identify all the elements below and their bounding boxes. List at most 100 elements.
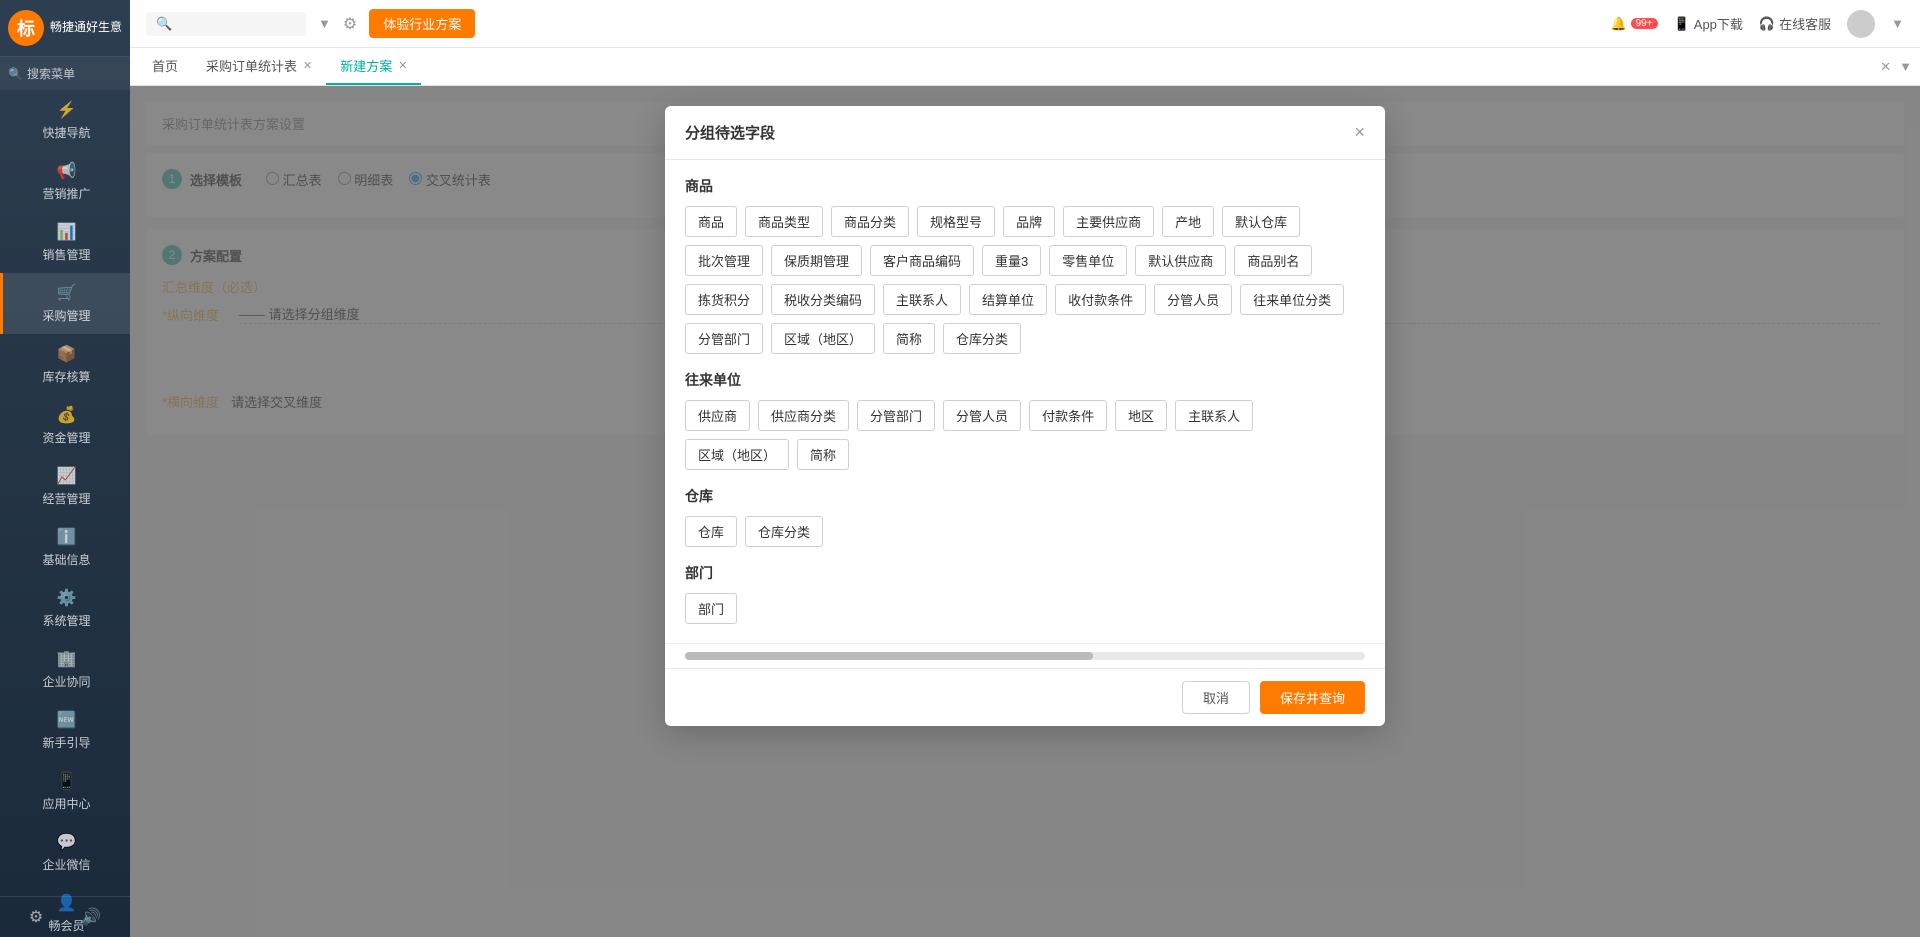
field-tag-goods-5[interactable]: 主要供应商: [1063, 206, 1154, 237]
field-tag-partner-5[interactable]: 地区: [1115, 400, 1167, 431]
audio-bottom-icon[interactable]: 🔊: [81, 907, 101, 927]
sales-icon: 📊: [57, 222, 77, 242]
guide-icon: 🆕: [57, 710, 77, 730]
field-tag-goods-14[interactable]: 商品别名: [1234, 245, 1312, 276]
tab-new-plan-close[interactable]: ✕: [398, 59, 407, 72]
sidebar-item-wechat[interactable]: 💬 企业微信: [0, 822, 130, 883]
header-search-input[interactable]: [178, 17, 278, 31]
field-tag-goods-17[interactable]: 主联系人: [883, 284, 961, 315]
dialog: 分组待选字段 × 商品商品商品类型商品分类规格型号品牌主要供应商产地默认仓库批次…: [665, 106, 1385, 726]
operations-icon: 📈: [57, 466, 77, 486]
field-tag-partner-4[interactable]: 付款条件: [1029, 400, 1107, 431]
field-tag-goods-21[interactable]: 往来单位分类: [1240, 284, 1344, 315]
field-tag-partner-0[interactable]: 供应商: [685, 400, 750, 431]
tab-more-icon[interactable]: ✕: [1880, 59, 1891, 75]
field-tag-department-0[interactable]: 部门: [685, 593, 737, 624]
field-tag-goods-0[interactable]: 商品: [685, 206, 737, 237]
dialog-close-button[interactable]: ×: [1354, 122, 1365, 143]
sidebar-item-quick-nav[interactable]: ⚡ 快捷导航: [0, 90, 130, 151]
field-tag-goods-22[interactable]: 分管部门: [685, 323, 763, 354]
field-tag-partner-3[interactable]: 分管人员: [943, 400, 1021, 431]
field-tag-goods-19[interactable]: 收付款条件: [1055, 284, 1146, 315]
field-tag-goods-8[interactable]: 批次管理: [685, 245, 763, 276]
tab-purchase-stats-close[interactable]: ✕: [303, 59, 312, 72]
online-support-item[interactable]: 🎧 在线客服: [1759, 14, 1831, 33]
field-grid-warehouse: 仓库仓库分类: [685, 516, 1365, 547]
field-tag-goods-3[interactable]: 规格型号: [917, 206, 995, 237]
sidebar-item-marketing[interactable]: 📢 营销推广: [0, 151, 130, 212]
field-tag-partner-1[interactable]: 供应商分类: [758, 400, 849, 431]
sidebar-item-inventory[interactable]: 📦 库存核算: [0, 334, 130, 395]
horizontal-scrollbar[interactable]: [685, 652, 1365, 660]
sidebar-item-operations[interactable]: 📈 经营管理: [0, 456, 130, 517]
sidebar-item-enterprise[interactable]: 🏢 企业协同: [0, 639, 130, 700]
logo-text: 畅捷通好生意: [50, 20, 122, 36]
experience-btn[interactable]: 体验行业方案: [369, 9, 475, 38]
field-tag-goods-25[interactable]: 仓库分类: [943, 323, 1021, 354]
field-tag-partner-8[interactable]: 简称: [797, 439, 849, 470]
save-query-button[interactable]: 保存并查询: [1260, 681, 1365, 714]
phone-icon: 📱: [1674, 16, 1690, 32]
cancel-button[interactable]: 取消: [1182, 681, 1250, 714]
field-tag-partner-6[interactable]: 主联系人: [1175, 400, 1253, 431]
field-tag-goods-18[interactable]: 结算单位: [969, 284, 1047, 315]
marketing-icon: 📢: [57, 161, 77, 181]
field-tag-goods-11[interactable]: 重量3: [982, 245, 1041, 276]
logo-icon: 标: [8, 10, 44, 46]
field-tag-goods-13[interactable]: 默认供应商: [1135, 245, 1226, 276]
field-tag-goods-7[interactable]: 默认仓库: [1222, 206, 1300, 237]
field-tag-goods-23[interactable]: 区域（地区）: [771, 323, 875, 354]
sidebar-item-guide[interactable]: 🆕 新手引导: [0, 700, 130, 761]
sidebar-logo: 标 畅捷通好生意: [0, 0, 130, 57]
dialog-body[interactable]: 商品商品商品类型商品分类规格型号品牌主要供应商产地默认仓库批次管理保质期管理客户…: [665, 160, 1385, 643]
header: 🔍 ▼ ⚙ 体验行业方案 🔔 99+ 📱 App下载 🎧 在线客服 ▼: [130, 0, 1920, 48]
field-grid-department: 部门: [685, 593, 1365, 624]
sidebar: 标 畅捷通好生意 🔍 搜索菜单 ⚡ 快捷导航 📢 营销推广 📊 销售管理 🛒 采…: [0, 0, 130, 937]
notifications-item[interactable]: 🔔 99+: [1610, 16, 1657, 32]
sidebar-item-finance[interactable]: 💰 资金管理: [0, 395, 130, 456]
field-tag-warehouse-0[interactable]: 仓库: [685, 516, 737, 547]
enterprise-icon: 🏢: [57, 649, 77, 669]
header-search-box[interactable]: 🔍: [146, 12, 306, 36]
user-arrow-icon[interactable]: ▼: [1891, 16, 1904, 31]
field-tag-goods-9[interactable]: 保质期管理: [771, 245, 862, 276]
search-icon: 🔍: [8, 67, 23, 81]
headset-icon: 🎧: [1759, 16, 1775, 32]
tab-purchase-stats[interactable]: 采购订单统计表 ✕: [192, 48, 326, 85]
notification-icon: 🔔: [1610, 16, 1626, 32]
header-dropdown-icon[interactable]: ▼: [318, 16, 331, 31]
field-tag-partner-7[interactable]: 区域（地区）: [685, 439, 789, 470]
sidebar-item-system[interactable]: ⚙️ 系统管理: [0, 578, 130, 639]
field-tag-goods-10[interactable]: 客户商品编码: [870, 245, 974, 276]
field-tag-goods-4[interactable]: 品牌: [1003, 206, 1055, 237]
field-tag-goods-20[interactable]: 分管人员: [1154, 284, 1232, 315]
tab-new-plan[interactable]: 新建方案 ✕: [326, 48, 421, 85]
settings-bottom-icon[interactable]: ⚙: [29, 907, 43, 927]
app-download-item[interactable]: 📱 App下载: [1674, 14, 1743, 33]
app-center-icon: 📱: [57, 771, 77, 791]
basic-info-icon: ℹ️: [57, 527, 77, 547]
sidebar-search[interactable]: 🔍 搜索菜单: [0, 57, 130, 90]
sidebar-item-sales[interactable]: 📊 销售管理: [0, 212, 130, 273]
field-tag-goods-12[interactable]: 零售单位: [1049, 245, 1127, 276]
section-title-department: 部门: [685, 563, 1365, 583]
field-tag-warehouse-1[interactable]: 仓库分类: [745, 516, 823, 547]
field-tag-goods-16[interactable]: 税收分类编码: [771, 284, 875, 315]
field-tag-goods-6[interactable]: 产地: [1162, 206, 1214, 237]
header-gear-icon[interactable]: ⚙: [343, 14, 357, 34]
avatar[interactable]: [1847, 10, 1875, 38]
tab-list-icon[interactable]: ▼: [1899, 59, 1912, 74]
finance-icon: 💰: [57, 405, 77, 425]
field-tag-goods-15[interactable]: 拣货积分: [685, 284, 763, 315]
field-tag-partner-2[interactable]: 分管部门: [857, 400, 935, 431]
field-tag-goods-2[interactable]: 商品分类: [831, 206, 909, 237]
tab-home[interactable]: 首页: [138, 48, 192, 85]
field-tag-goods-1[interactable]: 商品类型: [745, 206, 823, 237]
sidebar-item-purchase[interactable]: 🛒 采购管理: [0, 273, 130, 334]
sidebar-item-basic-info[interactable]: ℹ️ 基础信息: [0, 517, 130, 578]
system-icon: ⚙️: [57, 588, 77, 608]
sidebar-item-app-center[interactable]: 📱 应用中心: [0, 761, 130, 822]
section-title-warehouse: 仓库: [685, 486, 1365, 506]
field-tag-goods-24[interactable]: 简称: [883, 323, 935, 354]
wechat-icon: 💬: [57, 832, 77, 852]
